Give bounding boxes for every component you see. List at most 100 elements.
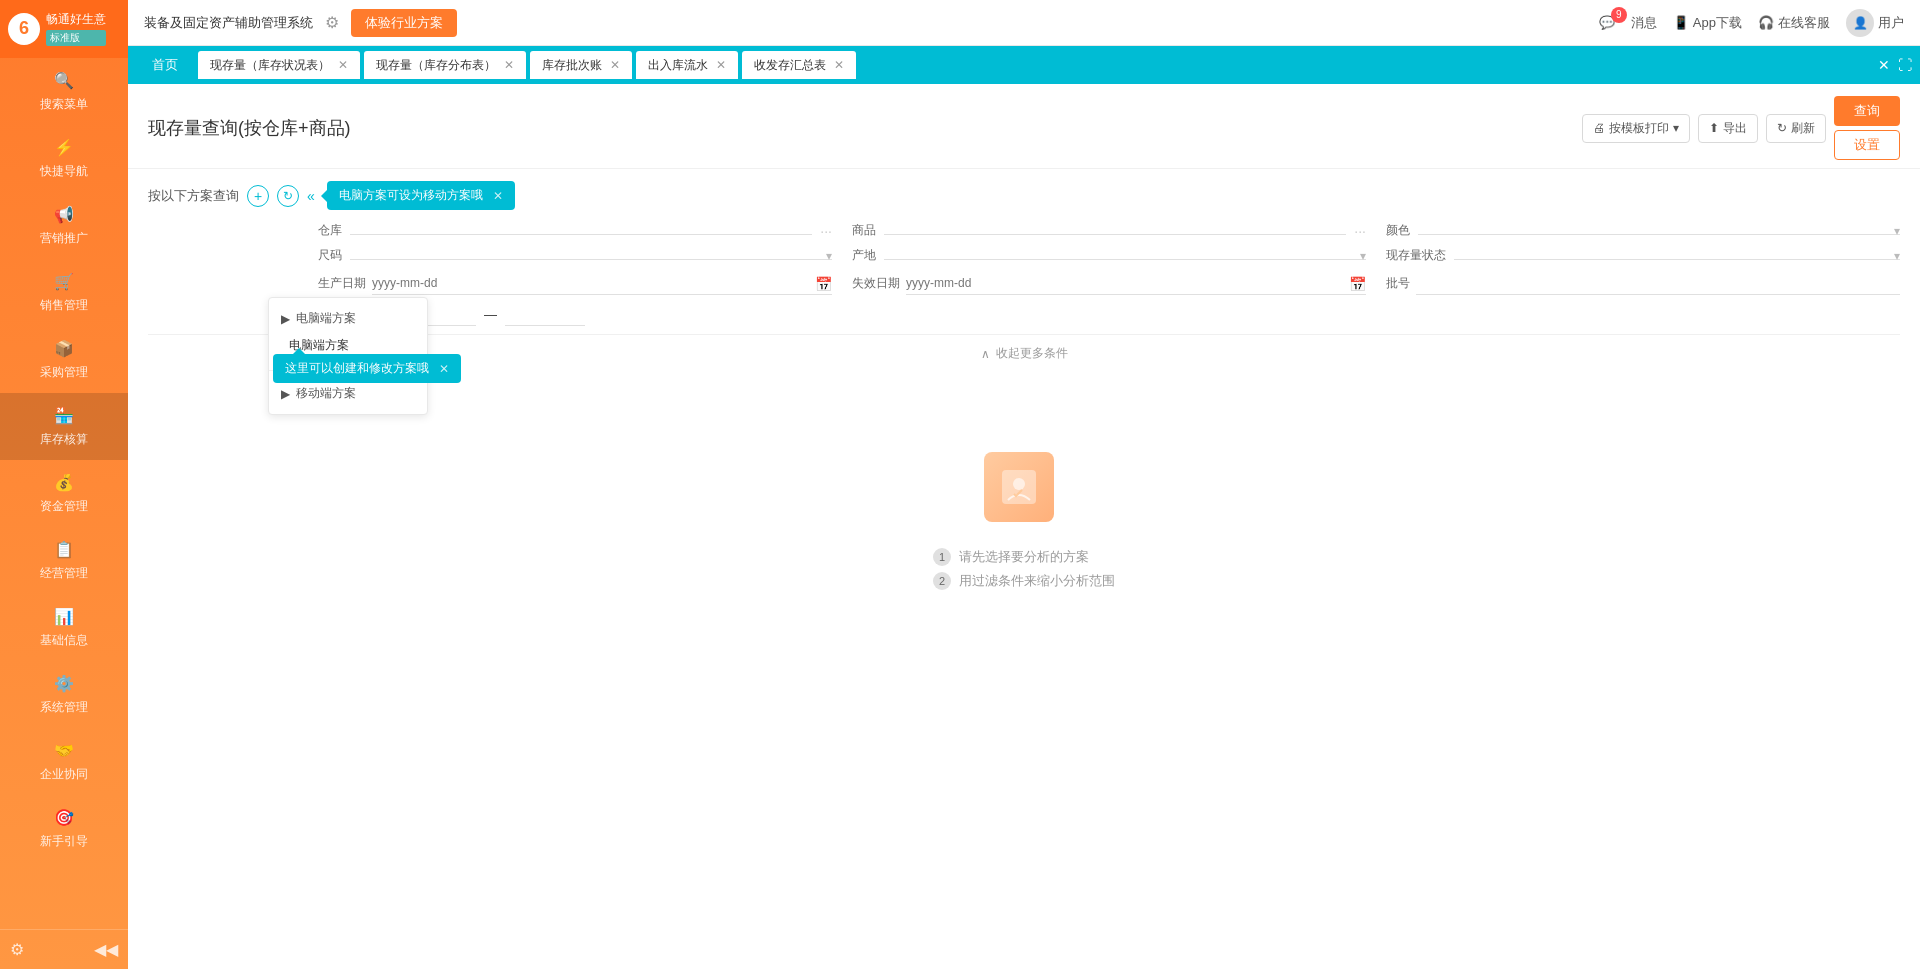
- expire-date-input[interactable]: [906, 272, 1366, 295]
- warehouse-dots-icon[interactable]: ···: [820, 223, 832, 239]
- tab-close-icon[interactable]: ✕: [504, 58, 514, 72]
- tab-close-icon[interactable]: ✕: [610, 58, 620, 72]
- tab-close-icon[interactable]: ✕: [716, 58, 726, 72]
- sidebar-item-sales[interactable]: 🛒 销售管理: [0, 259, 128, 326]
- collapse-sidebar-icon[interactable]: ◀◀: [94, 940, 118, 959]
- sidebar-item-operations[interactable]: 📋 经营管理: [0, 527, 128, 594]
- tab-close-icon[interactable]: ✕: [338, 58, 348, 72]
- scheme-mobile-expand-icon: ▶: [281, 387, 290, 401]
- tab-expand-icon[interactable]: ⛶: [1898, 57, 1912, 73]
- expire-date-calendar-icon[interactable]: 📅: [1349, 276, 1366, 292]
- export-button[interactable]: ⬆ 导出: [1698, 114, 1758, 143]
- filter-add-button[interactable]: +: [247, 185, 269, 207]
- quicknav-icon: ⚡: [53, 137, 75, 159]
- inventory-icon: 🏪: [53, 405, 75, 427]
- filter-bottom-row: 现存量（主） —: [318, 303, 1900, 334]
- system-icon: ⚙️: [53, 673, 75, 695]
- top-header: 装备及固定资产辅助管理系统 ⚙ 体验行业方案 💬 9 消息 📱 App下载 🎧 …: [128, 0, 1920, 46]
- refresh-label: 刷新: [1791, 120, 1815, 137]
- sidebar-item-purchase[interactable]: 📦 采购管理: [0, 326, 128, 393]
- origin-dropdown-icon: ▾: [1360, 249, 1366, 263]
- sidebar-item-system[interactable]: ⚙️ 系统管理: [0, 661, 128, 728]
- print-icon: 🖨: [1593, 121, 1605, 135]
- sidebar-item-quicknav[interactable]: ⚡ 快捷导航: [0, 125, 128, 192]
- sidebar-item-label: 基础信息: [40, 632, 88, 649]
- stock-max-input[interactable]: [505, 303, 585, 326]
- sidebar-item-label: 营销推广: [40, 230, 88, 247]
- stock-status-dropdown-icon: ▾: [1894, 249, 1900, 263]
- system-settings-icon[interactable]: ⚙: [325, 13, 339, 32]
- scheme-edit-tooltip: 这里可以创建和修改方案哦 ✕: [273, 354, 461, 383]
- guide-icon: 🎯: [53, 807, 75, 829]
- tooltip2-close[interactable]: ✕: [439, 362, 449, 376]
- scheme-pc-header[interactable]: ▶ 电脑端方案: [269, 306, 427, 331]
- app-download-action[interactable]: 📱 App下载: [1673, 14, 1742, 32]
- sidebar-item-finance[interactable]: 💰 资金管理: [0, 460, 128, 527]
- sidebar-item-label: 经营管理: [40, 565, 88, 582]
- scheme-mobile-header[interactable]: ▶ 移动端方案: [269, 381, 427, 406]
- empty-state: 1 请先选择要分析的方案 2 用过滤条件来缩小分析范围: [128, 372, 1920, 670]
- tab-batch-account[interactable]: 库存批次账 ✕: [530, 51, 632, 79]
- filter-refresh-button[interactable]: ↻: [277, 185, 299, 207]
- batch-input[interactable]: [1416, 272, 1900, 295]
- messages-action[interactable]: 💬 9 消息: [1599, 14, 1657, 32]
- phone-icon: 📱: [1673, 15, 1689, 30]
- collapse-up-icon: ∧: [981, 347, 990, 361]
- refresh-button[interactable]: ↻ 刷新: [1766, 114, 1826, 143]
- experience-button[interactable]: 体验行业方案: [351, 9, 457, 37]
- system-name: 装备及固定资产辅助管理系统: [144, 14, 313, 32]
- color-dropdown-icon: ▾: [1894, 224, 1900, 238]
- query-button[interactable]: 查询: [1834, 96, 1900, 126]
- sidebar-item-marketing[interactable]: 📢 营销推广: [0, 192, 128, 259]
- user-label: 用户: [1878, 14, 1904, 32]
- tooltip2-text: 这里可以创建和修改方案哦: [285, 360, 429, 377]
- sidebar-bottom: ⚙ ◀◀: [0, 929, 128, 969]
- sidebar-item-label: 库存核算: [40, 431, 88, 448]
- tab-label: 库存批次账: [542, 57, 602, 74]
- sidebar-logo[interactable]: 6 畅通好生意 标准版: [0, 0, 128, 58]
- tooltip1-close[interactable]: ✕: [493, 189, 503, 203]
- filter-row-2: 尺码 ▾ 产地 ▾: [318, 247, 1900, 272]
- tab-summary[interactable]: 收发存汇总表 ✕: [742, 51, 856, 79]
- stock-status-label: 现存量状态: [1386, 247, 1446, 264]
- sidebar-item-basic-info[interactable]: 📊 基础信息: [0, 594, 128, 661]
- tab-home[interactable]: 首页: [136, 46, 194, 84]
- produce-date-calendar-icon[interactable]: 📅: [815, 276, 832, 292]
- tab-label: 收发存汇总表: [754, 57, 826, 74]
- brand-badge: 标准版: [46, 30, 106, 46]
- export-label: 导出: [1723, 120, 1747, 137]
- sidebar: 6 畅通好生意 标准版 🔍 搜索菜单 ⚡ 快捷导航 📢 营销推广 🛒 销售管理 …: [0, 0, 128, 969]
- settings-bottom-icon[interactable]: ⚙: [10, 940, 24, 959]
- user-action[interactable]: 👤 用户: [1846, 9, 1904, 37]
- scheme-pc-label: 电脑端方案: [296, 310, 356, 327]
- print-button[interactable]: 🖨 按模板打印 ▾: [1582, 114, 1690, 143]
- goods-dots-icon[interactable]: ···: [1354, 223, 1366, 239]
- sidebar-item-collaboration[interactable]: 🤝 企业协同: [0, 728, 128, 795]
- basic-info-icon: 📊: [53, 606, 75, 628]
- tab-close-all-icon[interactable]: ✕: [1878, 57, 1890, 73]
- sidebar-item-search[interactable]: 🔍 搜索菜单: [0, 58, 128, 125]
- sidebar-item-inventory[interactable]: 🏪 库存核算: [0, 393, 128, 460]
- sidebar-item-label: 资金管理: [40, 498, 88, 515]
- scheme-expand-icon: ▶: [281, 312, 290, 326]
- scheme-mobile-label: 移动端方案: [296, 385, 356, 402]
- tip2-text: 用过滤条件来缩小分析范围: [959, 572, 1115, 590]
- avatar: 👤: [1846, 9, 1874, 37]
- color-label: 颜色: [1386, 222, 1410, 239]
- online-support-action[interactable]: 🎧 在线客服: [1758, 14, 1830, 32]
- produce-date-field: 生产日期 📅: [318, 272, 832, 295]
- tab-in-out-flow[interactable]: 出入库流水 ✕: [636, 51, 738, 79]
- tab-inventory-status[interactable]: 现存量（库存状况表） ✕: [198, 51, 360, 79]
- tab-label: 出入库流水: [648, 57, 708, 74]
- sidebar-item-label: 销售管理: [40, 297, 88, 314]
- brand-name: 畅通好生意: [46, 12, 106, 28]
- filter-back-button[interactable]: «: [307, 188, 315, 204]
- empty-tips: 1 请先选择要分析的方案 2 用过滤条件来缩小分析范围: [933, 548, 1115, 590]
- tab-end-buttons: ✕ ⛶: [1878, 57, 1912, 73]
- produce-date-input[interactable]: [372, 272, 832, 295]
- export-icon: ⬆: [1709, 121, 1719, 135]
- tab-close-icon[interactable]: ✕: [834, 58, 844, 72]
- tab-inventory-distribution[interactable]: 现存量（库存分布表） ✕: [364, 51, 526, 79]
- sidebar-item-guide[interactable]: 🎯 新手引导: [0, 795, 128, 862]
- set-button[interactable]: 设置: [1834, 130, 1900, 160]
